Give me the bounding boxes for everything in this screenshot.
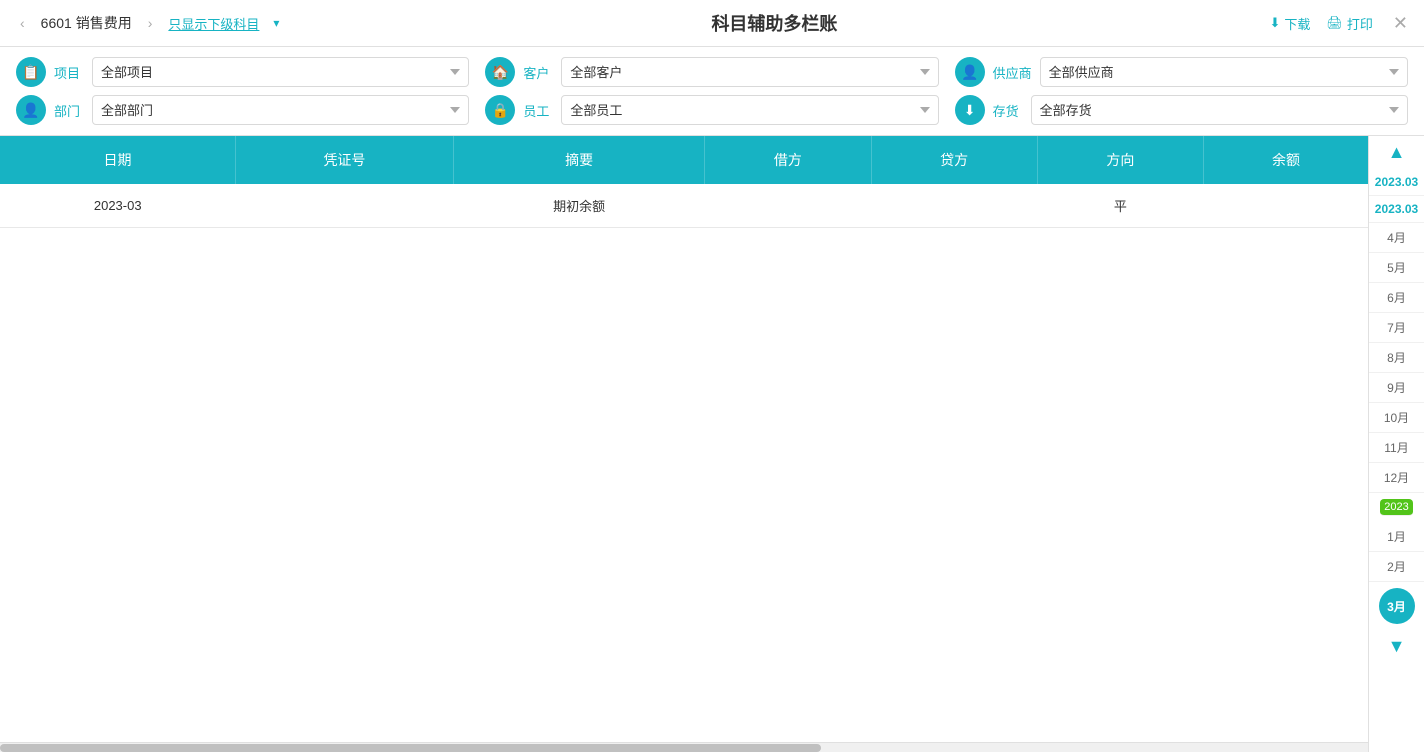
table-row: 2023-03 期初余额 平: [0, 184, 1368, 228]
side-item-2023-03-2[interactable]: 2023.03: [1369, 196, 1424, 223]
cell-date: 2023-03: [0, 184, 235, 228]
horizontal-scrollbar[interactable]: [0, 742, 1368, 752]
project-label: 项目: [54, 63, 84, 82]
data-table: 日期 凭证号 摘要 借方 贷方 方向 余额 2023-03 期初余额 平: [0, 136, 1368, 228]
account-code: 6601: [41, 15, 72, 31]
employee-select[interactable]: 全部员工: [561, 95, 938, 125]
action-buttons: ⬇ 下载 🖨 打印: [1269, 14, 1372, 33]
main-content: 日期 凭证号 摘要 借方 贷方 方向 余额 2023-03 期初余额 平: [0, 136, 1424, 752]
department-label: 部门: [54, 101, 84, 120]
customer-filter: 🏠 客户 全部客户: [485, 57, 938, 87]
col-date: 日期: [0, 136, 235, 184]
side-item-aug[interactable]: 8月: [1369, 343, 1424, 373]
account-name: 6601 销售费用: [41, 13, 132, 33]
show-sub-dropdown-icon[interactable]: ▾: [273, 16, 279, 30]
cell-summary: 期初余额: [453, 184, 704, 228]
project-icon: 📋: [16, 57, 46, 87]
project-select[interactable]: 全部项目: [92, 57, 469, 87]
table-area: 日期 凭证号 摘要 借方 贷方 方向 余额 2023-03 期初余额 平: [0, 136, 1368, 752]
nav-next-button[interactable]: ›: [144, 13, 157, 33]
year-badge: 2023: [1380, 499, 1412, 516]
col-credit: 贷方: [871, 136, 1037, 184]
close-button[interactable]: ✕: [1393, 13, 1408, 34]
show-sub-label[interactable]: 只显示下级科目: [168, 14, 259, 33]
supplier-select[interactable]: 全部供应商: [1040, 57, 1408, 87]
side-up-arrow[interactable]: ▲: [1369, 136, 1424, 169]
side-panel: ▲ 2023.03 2023.03 4月 5月 6月 7月 8月 9月 10月 …: [1368, 136, 1424, 752]
cell-voucher: [235, 184, 453, 228]
print-label: 打印: [1347, 14, 1373, 33]
year-badge-container: 2023: [1380, 493, 1412, 522]
active-month-container: 3月: [1379, 582, 1415, 630]
side-item-nov[interactable]: 11月: [1369, 433, 1424, 463]
filter-bar: 📋 项目 全部项目 🏠 客户 全部客户 👤 供应商 全部供应商 👤 部门: [0, 47, 1424, 136]
side-item-jun[interactable]: 6月: [1369, 283, 1424, 313]
cell-debit: [705, 184, 871, 228]
side-item-2023-03-top[interactable]: 2023.03: [1369, 169, 1424, 196]
customer-label: 客户: [523, 63, 553, 82]
side-item-may[interactable]: 5月: [1369, 253, 1424, 283]
side-item-feb[interactable]: 2月: [1369, 552, 1424, 582]
download-label: 下载: [1284, 14, 1310, 33]
department-icon: 👤: [16, 95, 46, 125]
page-title: 科目辅助多栏账: [291, 10, 1257, 36]
customer-icon: 🏠: [485, 57, 515, 87]
employee-filter: 🔒 员工 全部员工: [485, 95, 938, 125]
side-item-dec[interactable]: 12月: [1369, 463, 1424, 493]
side-item-oct[interactable]: 10月: [1369, 403, 1424, 433]
top-bar: ‹ 6601 销售费用 › 只显示下级科目 ▾ 科目辅助多栏账 ⬇ 下载 🖨 打…: [0, 0, 1424, 47]
supplier-icon: 👤: [955, 57, 985, 87]
inventory-filter: ⬇ 存货 全部存货: [955, 95, 1408, 125]
employee-icon: 🔒: [485, 95, 515, 125]
account-name-text: 销售费用: [76, 15, 132, 31]
inventory-label: 存货: [993, 101, 1023, 120]
cell-direction: 平: [1037, 184, 1203, 228]
download-icon: ⬇: [1269, 15, 1280, 31]
cell-credit: [871, 184, 1037, 228]
table-header-row: 日期 凭证号 摘要 借方 贷方 方向 余额: [0, 136, 1368, 184]
cell-balance: [1204, 184, 1368, 228]
download-button[interactable]: ⬇ 下载: [1269, 14, 1310, 33]
customer-select[interactable]: 全部客户: [561, 57, 938, 87]
col-balance: 余额: [1204, 136, 1368, 184]
department-filter: 👤 部门 全部部门: [16, 95, 469, 125]
col-summary: 摘要: [453, 136, 704, 184]
nav-prev-button[interactable]: ‹: [16, 13, 29, 33]
col-direction: 方向: [1037, 136, 1203, 184]
main-window: ‹ 6601 销售费用 › 只显示下级科目 ▾ 科目辅助多栏账 ⬇ 下载 🖨 打…: [0, 0, 1424, 752]
supplier-filter: 👤 供应商 全部供应商: [955, 57, 1408, 87]
side-item-jan[interactable]: 1月: [1369, 522, 1424, 552]
print-icon: 🖨: [1326, 15, 1343, 31]
supplier-label: 供应商: [993, 63, 1032, 82]
inventory-icon: ⬇: [955, 95, 985, 125]
side-item-sep[interactable]: 9月: [1369, 373, 1424, 403]
side-item-mar-active[interactable]: 3月: [1379, 588, 1415, 624]
side-down-arrow[interactable]: ▼: [1369, 630, 1424, 663]
department-select[interactable]: 全部部门: [92, 95, 469, 125]
project-filter: 📋 项目 全部项目: [16, 57, 469, 87]
print-button[interactable]: 🖨 打印: [1326, 14, 1373, 33]
side-item-apr[interactable]: 4月: [1369, 223, 1424, 253]
col-debit: 借方: [705, 136, 871, 184]
employee-label: 员工: [523, 101, 553, 120]
inventory-select[interactable]: 全部存货: [1031, 95, 1408, 125]
scrollbar-thumb[interactable]: [0, 744, 821, 752]
col-voucher: 凭证号: [235, 136, 453, 184]
side-item-jul[interactable]: 7月: [1369, 313, 1424, 343]
